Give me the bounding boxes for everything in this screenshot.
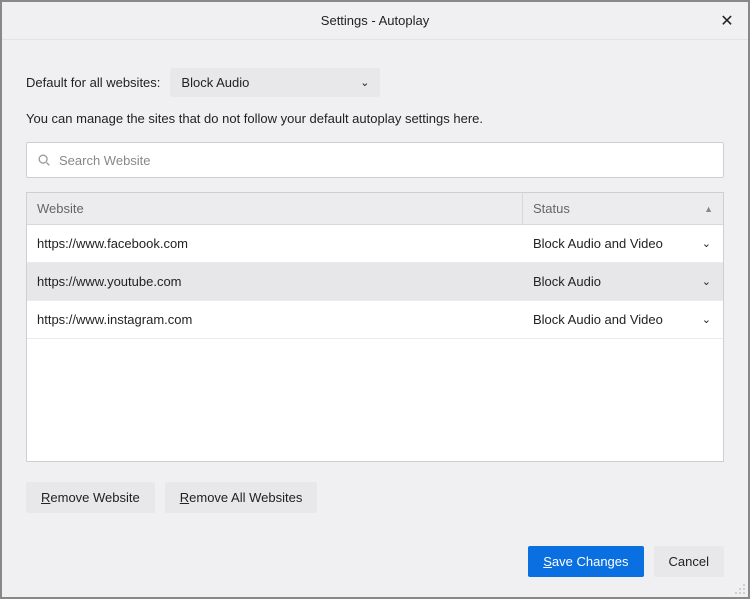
chevron-down-icon: ⌄ [702, 313, 711, 326]
chevron-down-icon: ⌄ [702, 275, 711, 288]
column-header-website[interactable]: Website [27, 193, 523, 224]
status-select[interactable]: Block Audio ⌄ [523, 263, 723, 300]
left-buttons: Remove Website Remove All Websites [26, 482, 724, 513]
dialog-content: Default for all websites: Block Audio ⌄ … [2, 40, 748, 597]
cancel-button[interactable]: Cancel [654, 546, 724, 577]
search-icon [37, 153, 51, 167]
default-select-value: Block Audio [181, 75, 249, 90]
right-buttons: Save Changes Cancel [528, 546, 724, 577]
status-value: Block Audio [533, 274, 601, 289]
remove-website-button[interactable]: Remove Website [26, 482, 155, 513]
default-row: Default for all websites: Block Audio ⌄ [26, 68, 724, 97]
website-url: https://www.instagram.com [27, 301, 523, 338]
default-select[interactable]: Block Audio ⌄ [170, 68, 380, 97]
default-label: Default for all websites: [26, 75, 160, 90]
chevron-down-icon: ⌄ [360, 76, 369, 89]
table-row[interactable]: https://www.facebook.comBlock Audio and … [27, 225, 723, 263]
website-url: https://www.facebook.com [27, 225, 523, 262]
website-table: Website Status ▲ https://www.facebook.co… [26, 192, 724, 462]
status-value: Block Audio and Video [533, 236, 663, 251]
website-url: https://www.youtube.com [27, 263, 523, 300]
save-changes-button[interactable]: Save Changes [528, 546, 643, 577]
search-input[interactable] [59, 153, 713, 168]
resize-grip[interactable] [734, 583, 746, 595]
window-title: Settings - Autoplay [321, 13, 429, 28]
status-value: Block Audio and Video [533, 312, 663, 327]
column-header-status[interactable]: Status ▲ [523, 193, 723, 224]
hint-text: You can manage the sites that do not fol… [26, 111, 724, 126]
chevron-down-icon: ⌄ [702, 237, 711, 250]
remove-all-websites-button[interactable]: Remove All Websites [165, 482, 318, 513]
table-row[interactable]: https://www.youtube.com Block Audio ⌄ [27, 263, 723, 301]
sort-ascending-icon: ▲ [704, 204, 713, 214]
status-select[interactable]: Block Audio and Video ⌄ [523, 301, 723, 338]
titlebar: Settings - Autoplay ✕ [2, 2, 748, 40]
table-header: Website Status ▲ [27, 193, 723, 225]
status-select[interactable]: Block Audio and Video ⌄ [523, 225, 723, 262]
search-field[interactable] [26, 142, 724, 178]
table-body: https://www.facebook.comBlock Audio and … [27, 225, 723, 461]
close-button[interactable]: ✕ [716, 10, 738, 32]
settings-window: Settings - Autoplay ✕ Default for all we… [0, 0, 750, 599]
close-icon: ✕ [720, 11, 733, 31]
table-row[interactable]: https://www.instagram.comBlock Audio and… [27, 301, 723, 339]
